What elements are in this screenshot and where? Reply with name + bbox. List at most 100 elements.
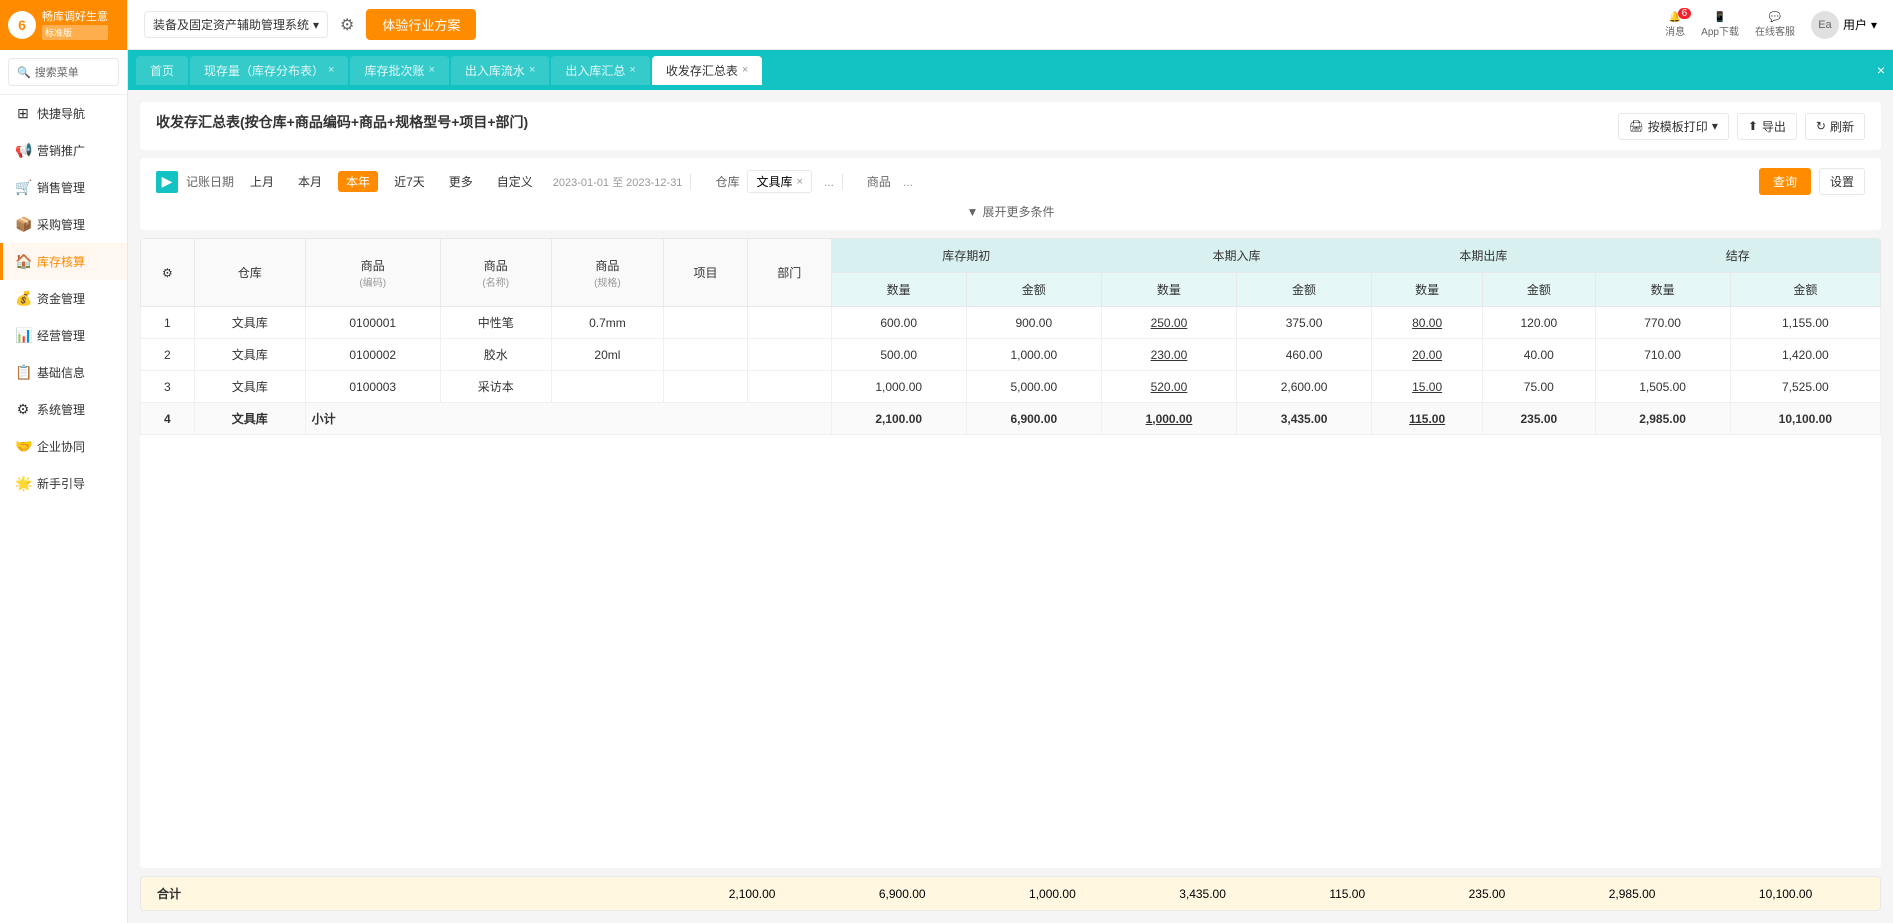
th-product-spec: 商品(规格) — [551, 239, 663, 307]
settings-gear-icon[interactable]: ⚙ — [340, 15, 354, 35]
warehouse-tag-close[interactable]: × — [796, 176, 802, 188]
search-menu-button[interactable]: 🔍 搜索菜单 — [8, 58, 119, 86]
tab-close-receive-send-summary[interactable]: × — [742, 64, 748, 76]
online-service-btn[interactable]: 💬 在线客服 — [1755, 12, 1795, 38]
row-product-spec: 0.7mm — [551, 307, 663, 339]
total-closing-amt: 10,100.00 — [1759, 887, 1812, 901]
filter-bar: ▶ 记账日期 上月 本月 本年 近7天 更多 自定义 2023-01-01 至 … — [140, 158, 1881, 230]
row-index: 1 — [141, 307, 195, 339]
th-warehouse: 仓库 — [194, 239, 305, 307]
query-btn[interactable]: 查询 — [1759, 168, 1811, 195]
tab-close-in-out-summary[interactable]: × — [629, 64, 635, 76]
filter-date-7days[interactable]: 近7天 — [386, 171, 433, 192]
row-opening-amt: 900.00 — [966, 307, 1101, 339]
filter-arrow-btn[interactable]: ▶ — [156, 171, 178, 193]
baseinfo-icon: 📋 — [15, 364, 31, 381]
row-closing-amt: 1,420.00 — [1730, 339, 1880, 371]
marketing-icon: 📢 — [15, 142, 31, 159]
user-chevron-icon: ▾ — [1871, 18, 1877, 32]
filter-date-custom[interactable]: 自定义 — [489, 171, 541, 192]
filter-settings-btn[interactable]: 设置 — [1819, 168, 1865, 195]
user-menu[interactable]: Ea 用户 ▾ — [1811, 11, 1877, 39]
row-out-amt: 120.00 — [1483, 307, 1595, 339]
total-label: 合计 — [157, 885, 677, 902]
refresh-icon: ↻ — [1816, 119, 1826, 133]
th-project: 项目 — [664, 239, 748, 307]
tab-in-out-summary[interactable]: 出入库汇总 × — [551, 56, 649, 85]
filter-date-this-month[interactable]: 本月 — [290, 171, 330, 192]
system-icon: ⚙ — [15, 401, 31, 418]
logo-badge: 标准版 — [42, 25, 108, 40]
sidebar-item-inventory[interactable]: 🏠 库存核算 — [0, 243, 127, 280]
expand-more-conditions-btn[interactable]: ▼ 展开更多条件 — [967, 203, 1055, 220]
row-opening-amt: 5,000.00 — [966, 371, 1101, 403]
filter-date-more[interactable]: 更多 — [441, 171, 481, 192]
row-out-amt: 40.00 — [1483, 339, 1595, 371]
tab-receive-send-summary[interactable]: 收发存汇总表 × — [652, 56, 762, 85]
filter-divider-2 — [842, 174, 843, 190]
logo-title: 畅库调好生意 — [42, 10, 108, 24]
close-all-tabs-icon[interactable]: × — [1877, 62, 1885, 78]
experience-btn[interactable]: 体验行业方案 — [366, 9, 476, 40]
th-settings[interactable]: ⚙ — [141, 239, 195, 307]
sales-icon: 🛒 — [15, 179, 31, 196]
row-product-name: 中性笔 — [440, 307, 551, 339]
purchase-icon: 📦 — [15, 216, 31, 233]
table-row: 2 文具库 0100002 胶水 20ml 500.00 1,000.00 23… — [141, 339, 1881, 371]
filter-row-1: ▶ 记账日期 上月 本月 本年 近7天 更多 自定义 2023-01-01 至 … — [156, 168, 1865, 195]
subtotal-in-qty[interactable]: 1,000.00 — [1101, 403, 1236, 435]
export-btn[interactable]: ⬆ 导出 — [1737, 113, 1797, 140]
app-download-btn[interactable]: 📱 App下载 — [1701, 12, 1739, 38]
sidebar-item-marketing[interactable]: 📢 营销推广 — [0, 132, 127, 169]
row-out-qty[interactable]: 15.00 — [1372, 371, 1483, 403]
total-out-qty: 115.00 — [1329, 887, 1365, 901]
warehouse-tag: 文具库 × — [747, 170, 811, 193]
row-closing-qty: 1,505.00 — [1595, 371, 1730, 403]
product-more-btn[interactable]: ... — [903, 175, 913, 189]
table-row: 1 文具库 0100001 中性笔 0.7mm 600.00 900.00 25… — [141, 307, 1881, 339]
tab-batch-ledger[interactable]: 库存批次账 × — [350, 56, 448, 85]
tab-home[interactable]: 首页 — [136, 56, 188, 85]
filter-date-this-year[interactable]: 本年 — [338, 171, 378, 192]
tab-in-out-flow[interactable]: 出入库流水 × — [451, 56, 549, 85]
th-opening: 库存期初 — [831, 239, 1101, 273]
row-dept — [747, 339, 831, 371]
sidebar-item-sales[interactable]: 🛒 销售管理 — [0, 169, 127, 206]
date-range-display: 2023-01-01 至 2023-12-31 — [553, 174, 683, 190]
row-project — [664, 371, 748, 403]
topbar: 装备及固定资产辅助管理系统 ▾ ⚙ 体验行业方案 🔔 6 消息 📱 App下载 … — [128, 0, 1893, 50]
row-dept — [747, 371, 831, 403]
subtotal-out-qty[interactable]: 115.00 — [1372, 403, 1483, 435]
row-out-qty[interactable]: 20.00 — [1372, 339, 1483, 371]
warehouse-more-btn[interactable]: ... — [824, 175, 834, 189]
tab-close-inventory-dist[interactable]: × — [328, 64, 334, 76]
tab-close-batch-ledger[interactable]: × — [428, 64, 434, 76]
content-area: 收发存汇总表(按仓库+商品编码+商品+规格型号+项目+部门) 🖨 按模板打印 ▾… — [128, 90, 1893, 923]
sidebar-item-guide[interactable]: 🌟 新手引导 — [0, 465, 127, 502]
th-in-amt: 金额 — [1237, 273, 1372, 307]
chevron-down-icon: ▾ — [313, 18, 319, 32]
subtotal-row: 4 文具库 小计 2,100.00 6,900.00 1,000.00 3,43… — [141, 403, 1881, 435]
sidebar-item-quick-nav[interactable]: ⊞ 快捷导航 — [0, 95, 127, 132]
sidebar-item-purchase[interactable]: 📦 采购管理 — [0, 206, 127, 243]
row-in-qty[interactable]: 230.00 — [1101, 339, 1236, 371]
message-icon-btn[interactable]: 🔔 6 消息 — [1665, 12, 1685, 38]
topbar-icons: 🔔 6 消息 📱 App下载 💬 在线客服 Ea 用户 ▾ — [1665, 11, 1877, 39]
sidebar-item-baseinfo[interactable]: 📋 基础信息 — [0, 354, 127, 391]
row-out-qty[interactable]: 80.00 — [1372, 307, 1483, 339]
filter-date-last-month[interactable]: 上月 — [242, 171, 282, 192]
expand-row: ▼ 展开更多条件 — [156, 203, 1865, 220]
row-in-qty[interactable]: 520.00 — [1101, 371, 1236, 403]
print-template-btn[interactable]: 🖨 按模板打印 ▾ — [1618, 113, 1729, 140]
sidebar-item-finance[interactable]: 💰 资金管理 — [0, 280, 127, 317]
tab-close-in-out-flow[interactable]: × — [529, 64, 535, 76]
sidebar-item-collab[interactable]: 🤝 企业协同 — [0, 428, 127, 465]
row-opening-qty: 1,000.00 — [831, 371, 966, 403]
sidebar-item-system[interactable]: ⚙ 系统管理 — [0, 391, 127, 428]
row-in-qty[interactable]: 250.00 — [1101, 307, 1236, 339]
refresh-btn[interactable]: ↻ 刷新 — [1805, 113, 1865, 140]
tab-inventory-dist[interactable]: 现存量（库存分布表） × — [190, 56, 348, 85]
sidebar-item-operation[interactable]: 📊 经营管理 — [0, 317, 127, 354]
system-title-select[interactable]: 装备及固定资产辅助管理系统 ▾ — [144, 11, 328, 38]
row-opening-qty: 600.00 — [831, 307, 966, 339]
